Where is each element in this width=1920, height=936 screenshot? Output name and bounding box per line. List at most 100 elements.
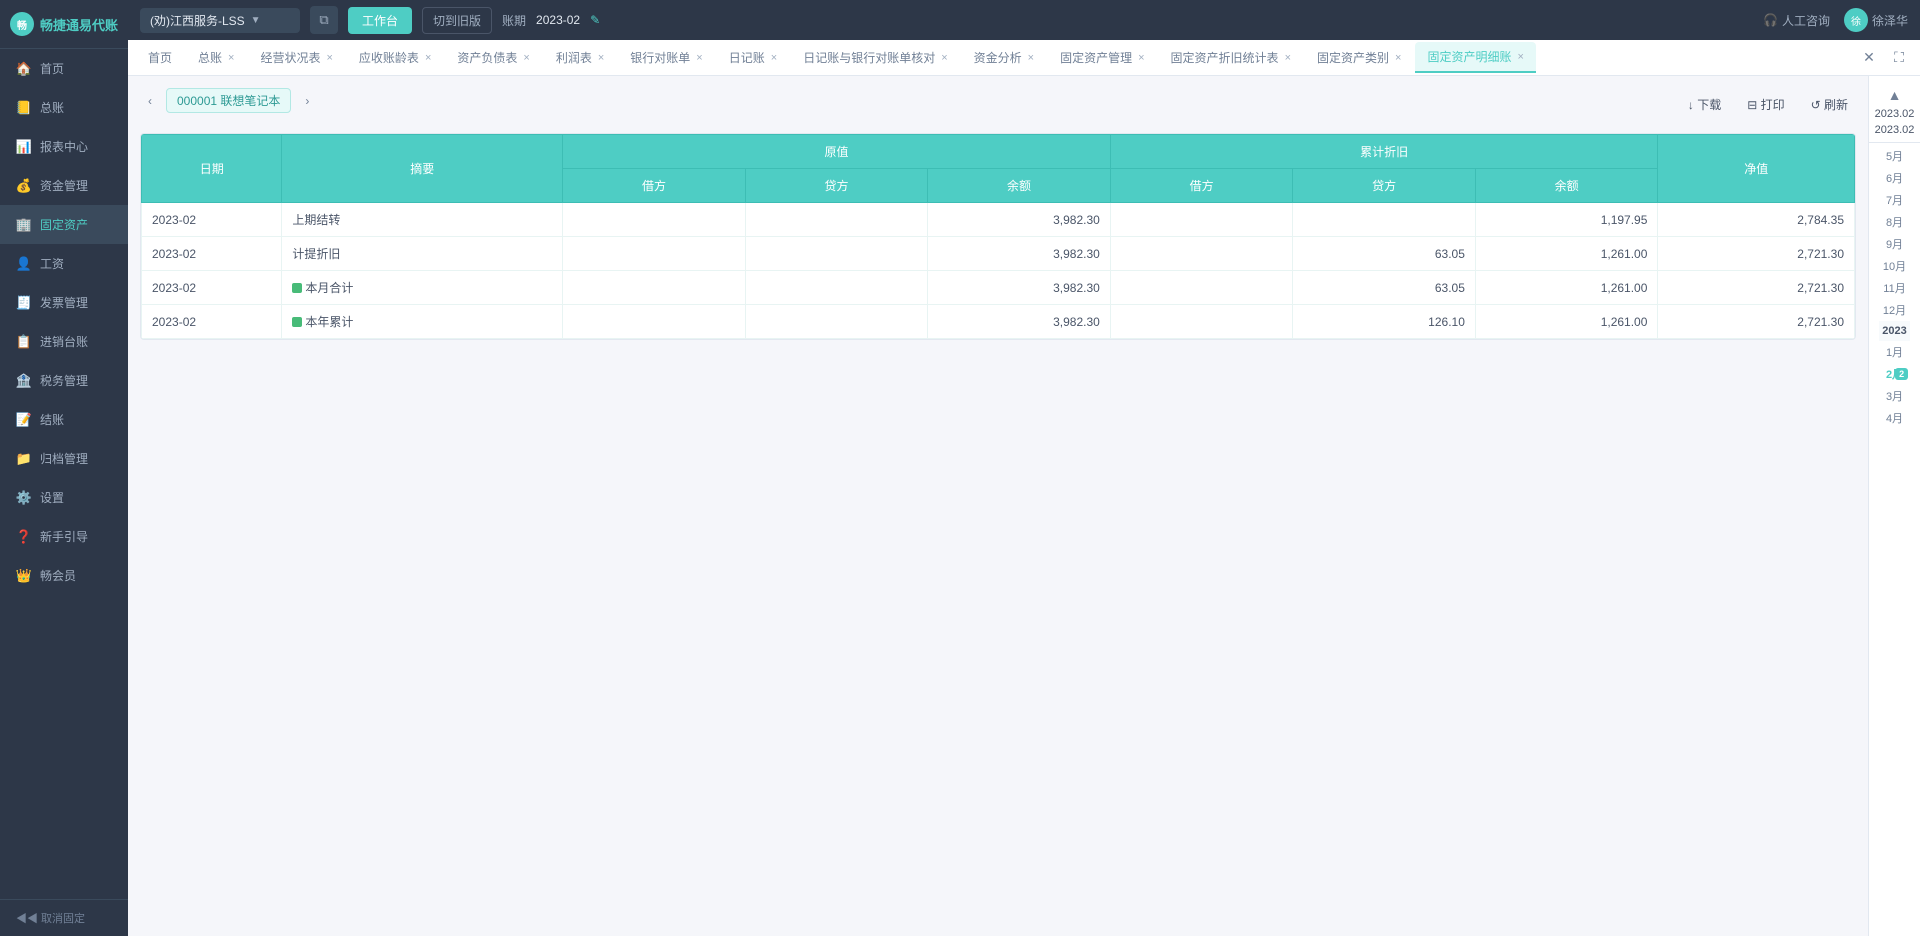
date-panel-up-btn[interactable]: ▲ [1885, 84, 1905, 106]
tab-fa-management-close[interactable]: × [1138, 52, 1144, 64]
sidebar-unpin-btn[interactable]: ◀◀ 取消固定 [0, 899, 128, 936]
tab-fa-detail-label: 固定资产明细账 [1427, 48, 1511, 65]
tab-operations-close[interactable]: × [326, 52, 332, 64]
tab-general-ledger-close[interactable]: × [228, 52, 234, 64]
purchase-sales-icon: 📋 [16, 334, 32, 350]
cell-orig-debit-2 [563, 271, 746, 305]
workbench-button[interactable]: 工作台 [348, 7, 412, 34]
sidebar-item-invoice[interactable]: 🧾 发票管理 [0, 283, 128, 322]
tab-fa-depreciation-close[interactable]: × [1285, 52, 1291, 64]
date-year-2023-sub[interactable]: 2023.02 [1869, 122, 1920, 138]
avatar: 徐 [1844, 8, 1868, 32]
tab-balance-sheet[interactable]: 资产负债表 × [445, 43, 541, 72]
sidebar-item-closing[interactable]: 📝 结账 [0, 400, 128, 439]
chevron-down-icon: ▼ [251, 15, 261, 26]
cell-date-0: 2023-02 [142, 203, 282, 237]
cell-net-value-3: 2,721.30 [1658, 305, 1855, 339]
switch-old-button[interactable]: 切到旧版 [422, 7, 492, 34]
tab-home-label: 首页 [148, 49, 172, 66]
sidebar-item-home[interactable]: 🏠 首页 [0, 49, 128, 88]
home-icon: 🏠 [16, 61, 32, 77]
sidebar-item-settings[interactable]: ⚙️ 设置 [0, 478, 128, 517]
sidebar-label-guide: 新手引导 [40, 528, 88, 545]
th-orig-debit: 借方 [563, 169, 746, 203]
tab-journal-bank-reconcile-close[interactable]: × [941, 52, 947, 64]
invoice-icon: 🧾 [16, 295, 32, 311]
tab-bank-statement[interactable]: 银行对账单 × [618, 43, 714, 72]
tab-close-all-btn[interactable]: ✕ [1856, 45, 1882, 71]
date-year-label[interactable]: 2023 [1879, 321, 1910, 341]
tab-fa-detail-close[interactable]: × [1517, 51, 1523, 63]
date-month-entry[interactable]: 4月 [1879, 407, 1910, 429]
date-month-entry[interactable]: 8月 [1879, 211, 1910, 233]
date-month-entry[interactable]: 9月 [1879, 233, 1910, 255]
print-btn[interactable]: ⊟ 打印 [1739, 92, 1792, 117]
tab-ar-aging-close[interactable]: × [425, 52, 431, 64]
date-month-entry[interactable]: 7月 [1879, 189, 1910, 211]
tab-journal[interactable]: 日记账 × [717, 43, 789, 72]
date-month-entry[interactable]: 5月 [1879, 145, 1910, 167]
tab-bar: 首页 总账 × 经营状况表 × 应收账龄表 × 资产负债表 × 利润表 × 银行… [128, 40, 1920, 76]
tab-fa-detail[interactable]: 固定资产明细账 × [1415, 42, 1535, 73]
cell-dep-credit-2: 63.05 [1293, 271, 1476, 305]
download-label: ↓ 下载 [1688, 96, 1721, 113]
date-month-entry[interactable]: 10月 [1879, 255, 1910, 277]
cell-orig-balance-0: 3,982.30 [928, 203, 1111, 237]
tab-income-close[interactable]: × [598, 52, 604, 64]
sidebar-label-archive: 归档管理 [40, 450, 88, 467]
tab-operations[interactable]: 经营状况表 × [248, 43, 344, 72]
cell-dep-debit-3 [1110, 305, 1293, 339]
tab-fa-category[interactable]: 固定资产类别 × [1305, 43, 1413, 72]
sidebar-item-reports[interactable]: 📊 报表中心 [0, 127, 128, 166]
user-service-btn[interactable]: 🎧 人工咨询 [1763, 12, 1830, 29]
breadcrumb-label: 000001 联想笔记本 [177, 92, 280, 109]
next-icon: › [305, 94, 309, 108]
period-edit-icon[interactable]: ✎ [590, 13, 600, 27]
date-month-entry[interactable]: 1月 [1879, 341, 1910, 363]
sidebar-item-guide[interactable]: ❓ 新手引导 [0, 517, 128, 556]
sidebar-item-purchase-sales[interactable]: 📋 进销台账 [0, 322, 128, 361]
breadcrumb-prev-btn[interactable]: ‹ [140, 91, 160, 111]
date-month-entry[interactable]: 12月 [1879, 299, 1910, 321]
date-month-entry[interactable]: 6月 [1879, 167, 1910, 189]
logo-icon: 畅 [10, 12, 34, 36]
breadcrumb-next-btn[interactable]: › [297, 91, 317, 111]
date-year-2023-top[interactable]: 2023.02 [1869, 106, 1920, 122]
tab-fa-management[interactable]: 固定资产管理 × [1048, 43, 1156, 72]
sidebar-item-salary[interactable]: 👤 工资 [0, 244, 128, 283]
sidebar-item-fixed-assets[interactable]: 🏢 固定资产 [0, 205, 128, 244]
tab-balance-sheet-close[interactable]: × [523, 52, 529, 64]
tab-general-ledger[interactable]: 总账 × [186, 43, 246, 72]
sidebar-item-tax[interactable]: 🏦 税务管理 [0, 361, 128, 400]
cell-dep-credit-3: 126.10 [1293, 305, 1476, 339]
user-name-btn[interactable]: 徐 徐泽华 [1844, 8, 1908, 32]
tab-journal-bank-reconcile[interactable]: 日记账与银行对账单核对 × [791, 43, 959, 72]
sidebar-item-funds[interactable]: 💰 资金管理 [0, 166, 128, 205]
sidebar-item-ledger[interactable]: 📒 总账 [0, 88, 128, 127]
tab-home[interactable]: 首页 [136, 43, 184, 72]
sidebar-item-archive[interactable]: 📁 归档管理 [0, 439, 128, 478]
tab-bank-statement-close[interactable]: × [696, 52, 702, 64]
th-dep-balance: 余额 [1475, 169, 1658, 203]
tab-fullscreen-btn[interactable]: ⛶ [1886, 45, 1912, 71]
date-month-entry[interactable]: 11月 [1879, 277, 1910, 299]
tab-fa-category-close[interactable]: × [1395, 52, 1401, 64]
tab-ar-aging[interactable]: 应收账龄表 × [347, 43, 443, 72]
cell-net-value-1: 2,721.30 [1658, 237, 1855, 271]
period-label: 账期 [502, 12, 526, 29]
date-month-entry[interactable]: 3月 [1879, 385, 1910, 407]
tab-journal-close[interactable]: × [771, 52, 777, 64]
closing-icon: 📝 [16, 412, 32, 428]
tab-fund-analysis[interactable]: 资金分析 × [962, 43, 1046, 72]
sidebar-item-vip[interactable]: 👑 畅会员 [0, 556, 128, 595]
tab-fund-analysis-close[interactable]: × [1028, 52, 1034, 64]
date-month-entry[interactable]: 2月2 [1879, 363, 1910, 385]
funds-icon: 💰 [16, 178, 32, 194]
download-btn[interactable]: ↓ 下载 [1680, 92, 1729, 117]
tab-fa-depreciation[interactable]: 固定资产折旧统计表 × [1159, 43, 1303, 72]
refresh-btn[interactable]: ↺ 刷新 [1803, 92, 1856, 117]
content-area: ‹ 000001 联想笔记本 › ↓ 下载 ⊟ 打印 [128, 76, 1920, 936]
tab-income[interactable]: 利润表 × [544, 43, 616, 72]
copy-button[interactable]: ⧉ [310, 6, 338, 34]
company-selector[interactable]: (劝)江西服务-LSS ▼ [140, 8, 300, 33]
